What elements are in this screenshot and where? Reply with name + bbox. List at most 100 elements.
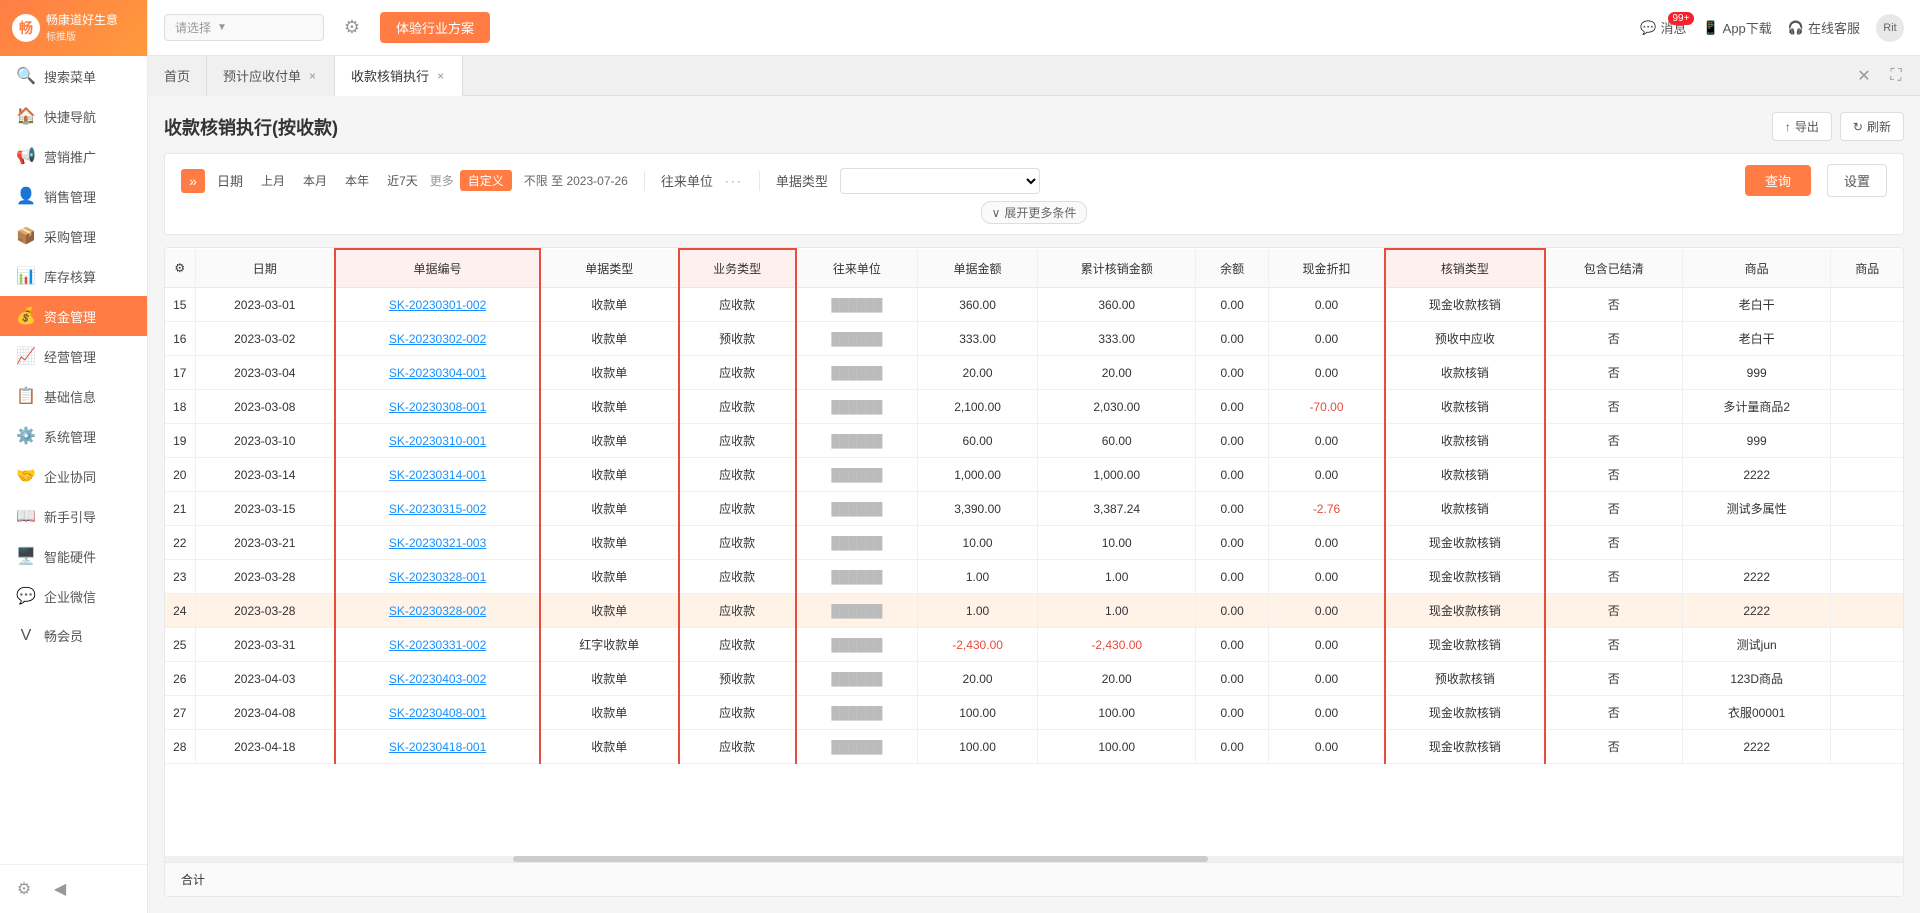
inventory-icon: 📊 (16, 266, 36, 286)
cell-product2 (1831, 322, 1903, 356)
refresh-button[interactable]: ↻ 刷新 (1840, 112, 1904, 141)
cell-cancel-amount: 1,000.00 (1038, 458, 1196, 492)
sidebar-item-label: 智能硬件 (44, 547, 96, 566)
sidebar-item-sales[interactable]: 👤销售管理 (0, 176, 147, 216)
solution-button[interactable]: 体验行业方案 (380, 12, 490, 43)
cell-unit: ██████ (796, 662, 918, 696)
user-avatar[interactable]: Rit (1876, 14, 1904, 42)
cell-no: 17 (165, 356, 195, 390)
cell-unit: ██████ (796, 492, 918, 526)
collapse-icon[interactable]: ◀ (46, 875, 74, 903)
cell-doc-no[interactable]: SK-20230408-001 (335, 696, 540, 730)
date-opt-this-month[interactable]: 本月 (297, 170, 333, 191)
tab-collection[interactable]: 收款核销执行 × (335, 56, 463, 96)
sidebar-item-purchase[interactable]: 📦采购管理 (0, 216, 147, 256)
cell-product2 (1831, 492, 1903, 526)
bell-icon: 💬 (1640, 20, 1656, 36)
expand-more-button[interactable]: ∨ 展开更多条件 (981, 201, 1088, 224)
cell-doc-no[interactable]: SK-20230302-002 (335, 322, 540, 356)
table-row: 16 2023-03-02 SK-20230302-002 收款单 预收款 ██… (165, 322, 1903, 356)
sidebar-item-label: 搜索菜单 (44, 67, 96, 86)
close-tab-icon[interactable]: ✕ (1852, 64, 1876, 88)
export-button[interactable]: ↑ 导出 (1772, 112, 1832, 141)
scrollbar-thumb[interactable] (513, 856, 1208, 862)
table-row: 24 2023-03-28 SK-20230328-002 收款单 应收款 ██… (165, 594, 1903, 628)
date-opt-more[interactable]: 更多 (430, 172, 454, 189)
cell-product1: 测试jun (1682, 628, 1831, 662)
cell-no: 28 (165, 730, 195, 764)
cell-doc-type: 收款单 (540, 322, 679, 356)
cell-doc-no[interactable]: SK-20230328-001 (335, 560, 540, 594)
query-button[interactable]: 查询 (1745, 165, 1811, 196)
date-opt-7days[interactable]: 近7天 (381, 170, 424, 191)
date-opt-last-month[interactable]: 上月 (255, 170, 291, 191)
cell-doc-no[interactable]: SK-20230314-001 (335, 458, 540, 492)
sidebar-item-basic[interactable]: 📋基础信息 (0, 376, 147, 416)
sidebar-item-inventory[interactable]: 📊库存核算 (0, 256, 147, 296)
tab-prepay-close[interactable]: × (307, 67, 318, 85)
sidebar-item-wechat[interactable]: 💬企业微信 (0, 576, 147, 616)
notifications-button[interactable]: 💬 消息 99+ (1640, 18, 1686, 37)
sidebar-item-system[interactable]: ⚙️系统管理 (0, 416, 147, 456)
cell-no: 18 (165, 390, 195, 424)
cell-doc-no[interactable]: SK-20230328-002 (335, 594, 540, 628)
expand-icon[interactable]: ⛶ (1884, 64, 1908, 88)
sidebar-item-hardware[interactable]: 🖥️智能硬件 (0, 536, 147, 576)
settings-icon[interactable]: ⚙ (10, 875, 38, 903)
cell-discount: 0.00 (1269, 594, 1385, 628)
cell-doc-no[interactable]: SK-20230321-003 (335, 526, 540, 560)
horizontal-scrollbar[interactable] (165, 856, 1903, 862)
sidebar-item-guide[interactable]: 📖新手引导 (0, 496, 147, 536)
cell-doc-type: 收款单 (540, 288, 679, 322)
cell-doc-no[interactable]: SK-20230308-001 (335, 390, 540, 424)
cell-balance: 0.00 (1196, 696, 1269, 730)
cell-amount: 3,390.00 (917, 492, 1037, 526)
cell-include-settled: 否 (1545, 560, 1683, 594)
cell-discount: -2.76 (1269, 492, 1385, 526)
sidebar: 畅 畅康道好生意 标推版 🔍搜索菜单🏠快捷导航📢营销推广👤销售管理📦采购管理📊库… (0, 0, 148, 913)
cell-doc-no[interactable]: SK-20230310-001 (335, 424, 540, 458)
column-settings-icon[interactable]: ⚙ (174, 261, 185, 275)
sidebar-item-operation[interactable]: 📈经营管理 (0, 336, 147, 376)
settings-gear-icon[interactable]: ⚙ (336, 12, 368, 44)
table-row: 17 2023-03-04 SK-20230304-001 收款单 应收款 ██… (165, 356, 1903, 390)
sidebar-item-collab[interactable]: 🤝企业协同 (0, 456, 147, 496)
date-opt-this-year[interactable]: 本年 (339, 170, 375, 191)
cell-no: 26 (165, 662, 195, 696)
cell-date: 2023-03-21 (195, 526, 335, 560)
workspace-selector-text: 请选择 (175, 19, 211, 36)
cell-unit: ██████ (796, 424, 918, 458)
refresh-icon: ↻ (1853, 120, 1863, 134)
online-support-button[interactable]: 🎧 在线客服 (1788, 18, 1860, 37)
cell-doc-no[interactable]: SK-20230418-001 (335, 730, 540, 764)
cell-doc-no[interactable]: SK-20230301-002 (335, 288, 540, 322)
cell-date: 2023-03-28 (195, 560, 335, 594)
cell-doc-no[interactable]: SK-20230304-001 (335, 356, 540, 390)
tabbar-controls: ✕ ⛶ (1852, 64, 1920, 88)
app-download-button[interactable]: 📱 App下载 (1702, 18, 1771, 37)
tab-home[interactable]: 首页 (148, 56, 207, 96)
sidebar-item-finance[interactable]: 💰资金管理 (0, 296, 147, 336)
cell-amount: 100.00 (917, 730, 1037, 764)
tab-collection-close[interactable]: × (435, 67, 446, 85)
date-filter-label: 日期 (217, 171, 243, 190)
sidebar-item-label: 基础信息 (44, 387, 96, 406)
cell-cancel-type: 收款核销 (1385, 356, 1545, 390)
sidebar-item-search[interactable]: 🔍搜索菜单 (0, 56, 147, 96)
sidebar-item-member[interactable]: V畅会员 (0, 616, 147, 655)
sidebar-item-quicknav[interactable]: 🏠快捷导航 (0, 96, 147, 136)
table-wrap[interactable]: ⚙ 日期 单据编号 单据类型 业务类型 往来单位 单据金额 累计核销金额 余额 … (165, 248, 1903, 856)
setting-button[interactable]: 设置 (1827, 164, 1887, 197)
date-opt-custom[interactable]: 自定义 (460, 170, 512, 191)
cell-doc-no[interactable]: SK-20230403-002 (335, 662, 540, 696)
workspace-selector[interactable]: 请选择 ▼ (164, 14, 324, 41)
cell-biz-type: 应收款 (679, 730, 796, 764)
sidebar-item-label: 新手引导 (44, 507, 96, 526)
cell-doc-no[interactable]: SK-20230315-002 (335, 492, 540, 526)
filter-toggle-button[interactable]: » (181, 169, 205, 193)
sidebar-item-marketing[interactable]: 📢营销推广 (0, 136, 147, 176)
doc-type-select[interactable] (840, 168, 1040, 194)
cell-doc-no[interactable]: SK-20230331-002 (335, 628, 540, 662)
cell-no: 16 (165, 322, 195, 356)
tab-prepay[interactable]: 预计应收付单 × (207, 56, 335, 96)
